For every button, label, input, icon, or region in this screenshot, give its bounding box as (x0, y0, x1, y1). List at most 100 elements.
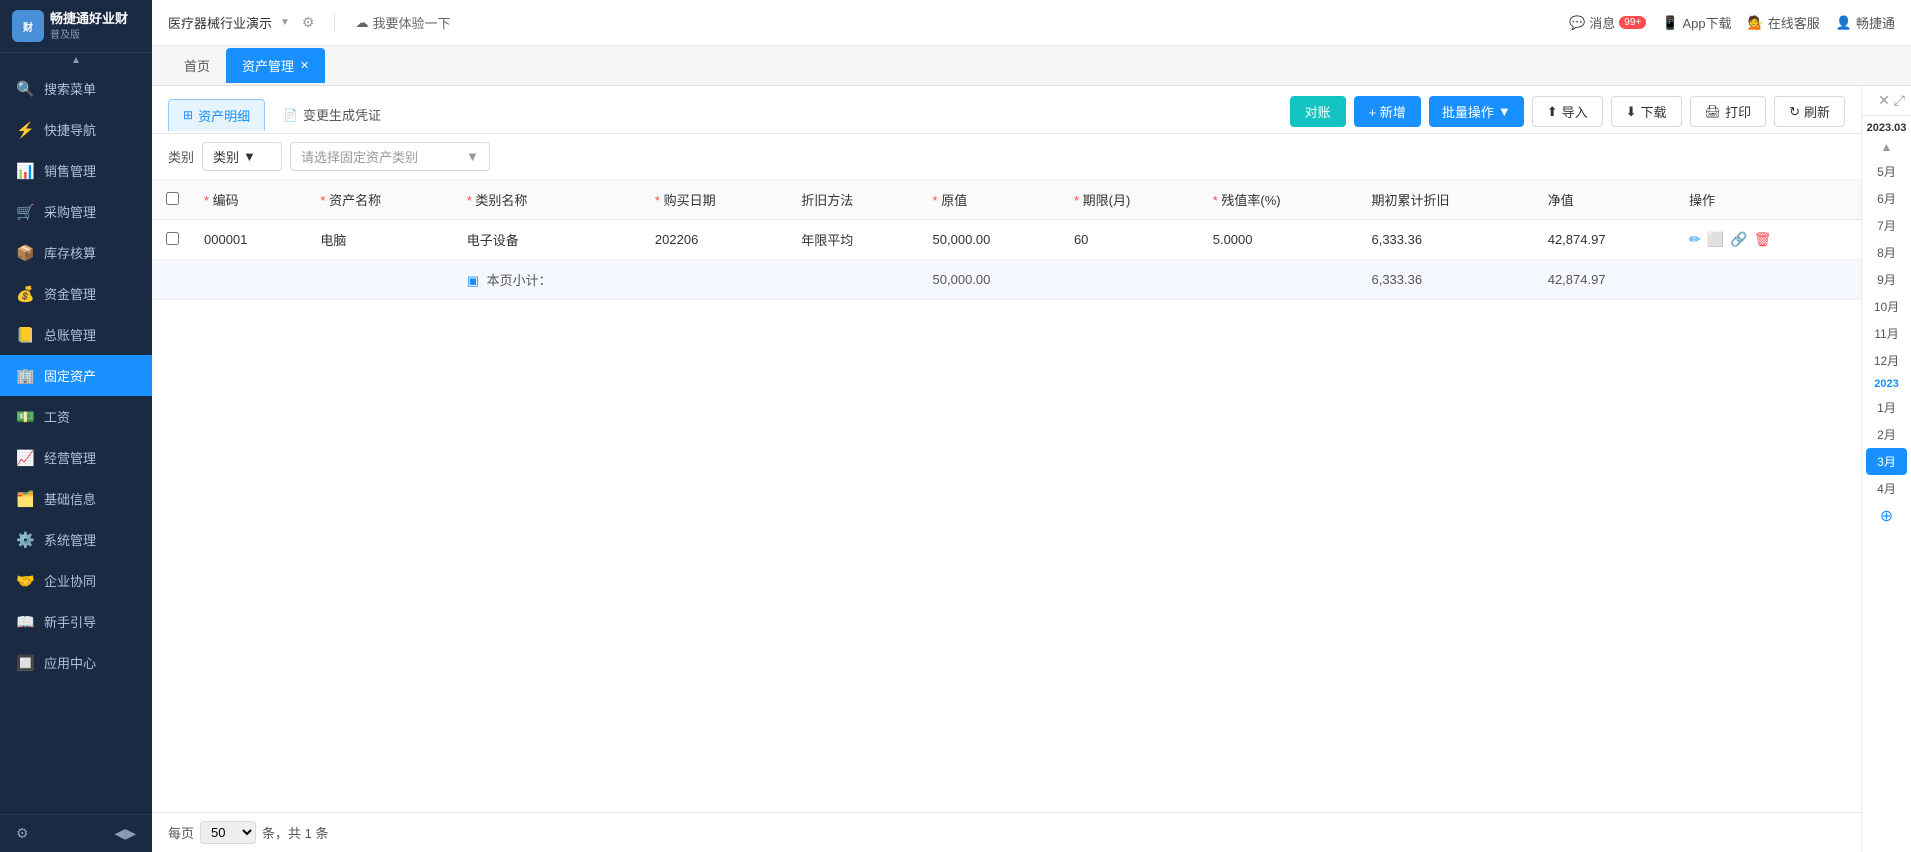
month-11[interactable]: 11月 (1866, 320, 1907, 347)
category-select-value[interactable]: 请选择固定资产类别 ▼ (290, 142, 490, 171)
subtotal-empty-7 (1677, 260, 1861, 300)
app-logo-icon: 财 (12, 10, 44, 42)
th-purchase-date: 购买日期 (643, 180, 789, 220)
sidebar-item-guide[interactable]: 📖 新手引导 (0, 601, 152, 642)
refresh-btn[interactable]: ↻ 刷新 (1774, 96, 1845, 127)
table-wrap[interactable]: 编码 资产名称 类别名称 购买日期 折旧方法 原值 期限(月) 残值率(%) 期… (152, 180, 1861, 812)
tab-close-icon[interactable]: ✕ (300, 59, 309, 72)
month-4[interactable]: 4月 (1866, 475, 1907, 502)
month-5[interactable]: 5月 (1866, 158, 1907, 185)
sidebar-item-enterprise[interactable]: 🤝 企业协同 (0, 560, 152, 601)
month-2[interactable]: 2月 (1866, 421, 1907, 448)
link-icon[interactable]: 🔗 (1730, 231, 1747, 248)
edit-icon[interactable]: ✏ (1689, 231, 1701, 248)
service-icon: 💁 (1748, 15, 1764, 31)
subtab-change-voucher[interactable]: 📄 变更生成凭证 (269, 99, 395, 130)
month-9[interactable]: 9月 (1866, 266, 1907, 293)
online-service-btn[interactable]: 💁 在线客服 (1748, 13, 1820, 32)
sidebar-item-label: 经营管理 (44, 448, 96, 467)
experience-btn[interactable]: ☁ 我要体验一下 (355, 13, 450, 32)
month-7[interactable]: 7月 (1866, 212, 1907, 239)
sidebar-scroll-up[interactable]: ▲ (0, 53, 152, 68)
select-arrow-icon: ▼ (243, 149, 256, 164)
subtabs: ⊞ 资产明细 📄 变更生成凭证 对账 + 新增 批量操作 ▼ ⬆ (152, 86, 1861, 134)
download-btn-icon: ⬇ (1626, 104, 1637, 120)
panel-header: ✕ ⤢ (1862, 86, 1911, 116)
message-btn[interactable]: 💬 消息 99+ (1569, 13, 1646, 32)
table-row: 000001 电脑 电子设备 202206 年限平均 50,000.00 60 … (152, 220, 1861, 260)
inventory-icon: 📦 (16, 244, 34, 262)
company-dropdown-icon[interactable]: ▼ (280, 17, 290, 28)
print-icon: 🖨 (1705, 104, 1722, 120)
sidebar-item-label: 销售管理 (44, 161, 96, 180)
funds-icon: 💰 (16, 285, 34, 303)
sidebar-item-fixed-assets[interactable]: 🏢 固定资产 (0, 355, 152, 396)
user-btn[interactable]: 👤 畅捷通 (1836, 13, 1895, 32)
total-label: 条，共 1 条 (262, 823, 328, 842)
search-icon: 🔍 (16, 80, 34, 98)
th-category: 类别名称 (455, 180, 643, 220)
tab-home[interactable]: 首页 (168, 48, 226, 83)
sidebar-item-label: 资金管理 (44, 284, 96, 303)
import-btn[interactable]: ⬆ 导入 (1532, 96, 1603, 127)
row-purchase-date: 202206 (643, 220, 789, 260)
sidebar-item-sales[interactable]: 📊 销售管理 (0, 150, 152, 191)
category-select-type[interactable]: 类别 ▼ (202, 142, 282, 171)
main-area: 医疗器械行业演示 ▼ ⚙ ☁ 我要体验一下 💬 消息 99+ 📱 App下载 💁… (152, 0, 1911, 852)
import-icon: ⬆ (1547, 104, 1558, 120)
prev-year-months: 5月 6月 7月 8月 9月 10月 11月 12月 (1862, 158, 1911, 374)
sidebar-item-basic-info[interactable]: 🗂️ 基础信息 (0, 478, 152, 519)
new-btn[interactable]: + 新增 (1354, 96, 1421, 127)
sidebar-item-appstore[interactable]: 🔲 应用中心 (0, 642, 152, 683)
sidebar-nav: 🔍 搜索菜单 ⚡ 快捷导航 📊 销售管理 🛒 采购管理 📦 库存核算 💰 资金管… (0, 68, 152, 814)
sidebar-item-ledger[interactable]: 📒 总账管理 (0, 314, 152, 355)
basic-info-icon: 🗂️ (16, 490, 34, 508)
panel-expand-icon[interactable]: ⤢ (1894, 92, 1905, 109)
doc-icon: 📄 (283, 108, 298, 122)
sidebar-item-system[interactable]: ⚙️ 系统管理 (0, 519, 152, 560)
curr-year-months: 1月 2月 3月 4月 (1862, 394, 1911, 502)
month-8[interactable]: 8月 (1866, 239, 1907, 266)
download-btn[interactable]: ⬇ 下载 (1611, 96, 1682, 127)
sidebar-item-operations[interactable]: 📈 经营管理 (0, 437, 152, 478)
settings-icon[interactable]: ⚙ (16, 825, 29, 842)
right-panel: ✕ ⤢ 2023.03 ▲ 5月 6月 7月 8月 9月 10月 11月 12月… (1861, 86, 1911, 852)
month-3-active[interactable]: 3月 (1866, 448, 1907, 475)
row-checkbox[interactable] (166, 232, 179, 245)
table-footer: 每页 50 10 20 100 条，共 1 条 (152, 812, 1861, 852)
month-6[interactable]: 6月 (1866, 185, 1907, 212)
row-name: 电脑 (308, 220, 454, 260)
sidebar-item-funds[interactable]: 💰 资金管理 (0, 273, 152, 314)
table-icon: ⊞ (183, 108, 193, 122)
sidebar-item-label: 采购管理 (44, 202, 96, 221)
sidebar-item-purchase[interactable]: 🛒 采购管理 (0, 191, 152, 232)
panel-close-icon[interactable]: ✕ (1878, 92, 1890, 109)
th-checkbox (152, 180, 192, 220)
sidebar-item-inventory[interactable]: 📦 库存核算 (0, 232, 152, 273)
sidebar-item-quicknav[interactable]: ⚡ 快捷导航 (0, 109, 152, 150)
salary-icon: 💵 (16, 408, 34, 426)
per-page-select[interactable]: 50 10 20 100 (200, 821, 256, 844)
print-btn[interactable]: 🖨 打印 (1690, 96, 1767, 127)
app-download-btn[interactable]: 📱 App下载 (1662, 13, 1731, 32)
sidebar-item-search[interactable]: 🔍 搜索菜单 (0, 68, 152, 109)
month-12[interactable]: 12月 (1866, 347, 1907, 374)
panel-arrow-up[interactable]: ▲ (1862, 136, 1911, 158)
copy-icon[interactable]: ⬜ (1707, 231, 1724, 248)
company-gear-icon[interactable]: ⚙ (302, 14, 315, 31)
collapse-icon[interactable]: ◀▶ (114, 825, 136, 842)
delete-icon[interactable]: 🗑 (1754, 231, 1772, 248)
subtotal-empty-1 (192, 260, 308, 300)
select-all-checkbox[interactable] (166, 192, 179, 205)
subtab-asset-detail[interactable]: ⊞ 资产明细 (168, 99, 265, 131)
sidebar-item-salary[interactable]: 💵 工资 (0, 396, 152, 437)
batch-ops-btn[interactable]: 批量操作 ▼ (1429, 96, 1524, 127)
input-arrow-icon: ▼ (466, 149, 479, 164)
month-10[interactable]: 10月 (1866, 293, 1907, 320)
subtotal-empty-3 (643, 260, 789, 300)
reconcile-btn[interactable]: 对账 (1290, 96, 1346, 127)
panel-bottom-expand-icon[interactable]: ⊕ (1880, 506, 1893, 526)
month-1[interactable]: 1月 (1866, 394, 1907, 421)
tab-asset-mgmt[interactable]: 资产管理 ✕ (226, 48, 325, 83)
refresh-icon: ↻ (1789, 104, 1800, 120)
